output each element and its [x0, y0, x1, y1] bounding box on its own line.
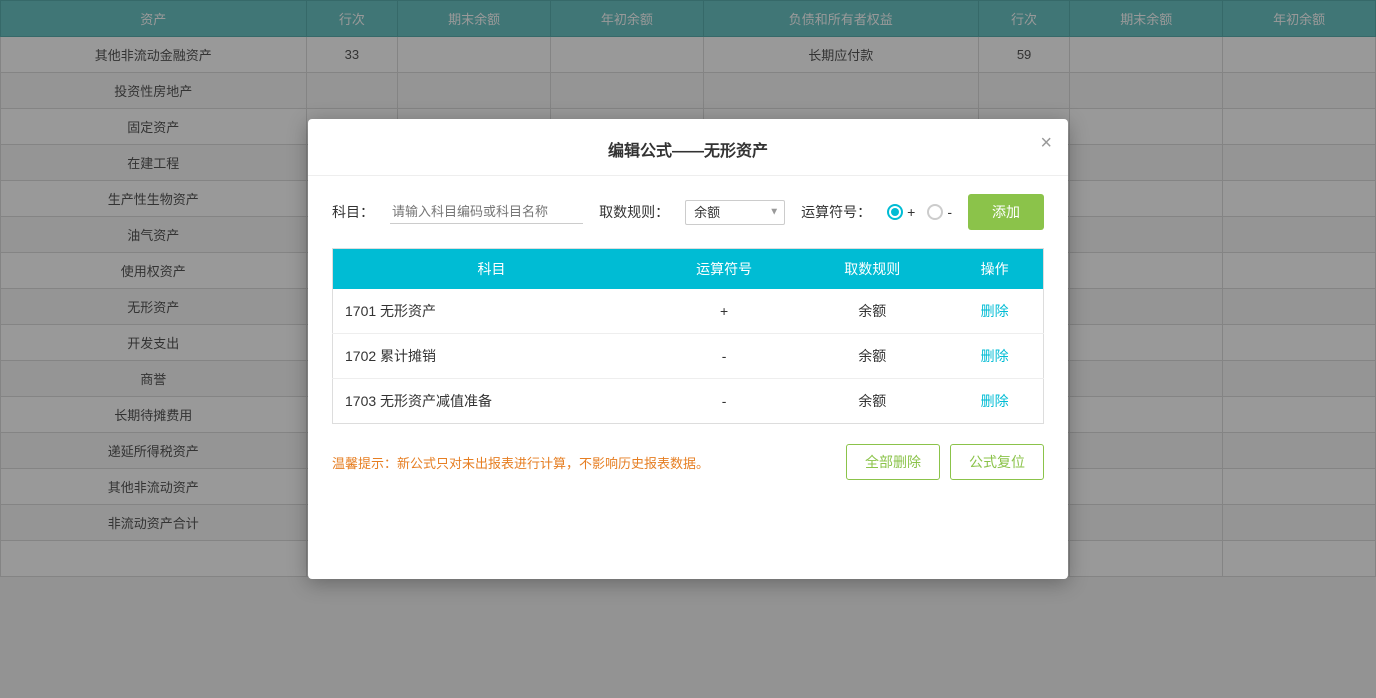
formula-table-row: 1702 累计摊销-余额 删除 — [333, 334, 1044, 379]
subject-input[interactable] — [390, 200, 583, 224]
operator-minus-label: - — [947, 204, 952, 220]
formula-rule-cell: 余额 — [798, 289, 946, 334]
formula-table-row: 1703 无形资产减值准备-余额 删除 — [333, 379, 1044, 424]
formula-action-cell: 删除 — [946, 334, 1043, 379]
modal-header: 编辑公式——无形资产 × — [308, 119, 1068, 176]
formula-rule-cell: 余额 — [798, 379, 946, 424]
operator-label: 运算符号： — [801, 202, 871, 222]
close-button[interactable]: × — [1040, 133, 1052, 153]
formula-action-cell: 删除 — [946, 289, 1043, 334]
formula-operator-cell: - — [650, 379, 798, 424]
add-button[interactable]: 添加 — [968, 194, 1044, 230]
modal-dialog: 编辑公式——无形资产 × 科目： 取数规则： 余额 借方 贷方 借方发生额 贷方… — [308, 119, 1068, 579]
formula-subject-cell: 1702 累计摊销 — [333, 334, 651, 379]
col-operator: 运算符号 — [650, 249, 798, 290]
formula-form: 科目： 取数规则： 余额 借方 贷方 借方发生额 贷方发生额 运算符号： + — [308, 176, 1068, 248]
delete-row-link[interactable]: 删除 — [981, 303, 1009, 319]
formula-action-cell: 删除 — [946, 379, 1043, 424]
formula-table-wrap: 科目 运算符号 取数规则 操作 1701 无形资产+余额删除1702 累计摊销-… — [308, 248, 1068, 424]
modal-footer: 温馨提示：新公式只对未出报表进行计算，不影响历史报表数据。 全部删除 公式复位 — [308, 424, 1068, 498]
footer-buttons: 全部删除 公式复位 — [846, 444, 1044, 480]
subject-label: 科目： — [332, 202, 374, 222]
col-rule: 取数规则 — [798, 249, 946, 290]
col-subject: 科目 — [333, 249, 651, 290]
operator-plus-item[interactable]: + — [887, 204, 915, 220]
rule-select-wrap[interactable]: 余额 借方 贷方 借方发生额 贷方发生额 — [685, 200, 785, 225]
modal-overlay: 编辑公式——无形资产 × 科目： 取数规则： 余额 借方 贷方 借方发生额 贷方… — [0, 0, 1376, 698]
formula-operator-cell: + — [650, 289, 798, 334]
formula-table: 科目 运算符号 取数规则 操作 1701 无形资产+余额删除1702 累计摊销-… — [332, 248, 1044, 424]
rule-select[interactable]: 余额 借方 贷方 借方发生额 贷方发生额 — [685, 200, 785, 225]
delete-row-link[interactable]: 删除 — [981, 348, 1009, 364]
operator-radio-group: + - — [887, 204, 952, 220]
formula-table-row: 1701 无形资产+余额 删除 — [333, 289, 1044, 334]
operator-minus-radio[interactable] — [927, 204, 943, 220]
formula-rule-cell: 余额 — [798, 334, 946, 379]
formula-subject-cell: 1701 无形资产 — [333, 289, 651, 334]
formula-operator-cell: - — [650, 334, 798, 379]
rule-label: 取数规则： — [599, 202, 669, 222]
modal-title: 编辑公式——无形资产 — [608, 143, 768, 160]
hint-text: 温馨提示：新公式只对未出报表进行计算，不影响历史报表数据。 — [332, 453, 709, 472]
operator-minus-item[interactable]: - — [927, 204, 952, 220]
operator-plus-label: + — [907, 204, 915, 220]
col-action: 操作 — [946, 249, 1043, 290]
delete-all-button[interactable]: 全部删除 — [846, 444, 940, 480]
operator-plus-radio[interactable] — [887, 204, 903, 220]
formula-subject-cell: 1703 无形资产减值准备 — [333, 379, 651, 424]
reset-formula-button[interactable]: 公式复位 — [950, 444, 1044, 480]
delete-row-link[interactable]: 删除 — [981, 393, 1009, 409]
